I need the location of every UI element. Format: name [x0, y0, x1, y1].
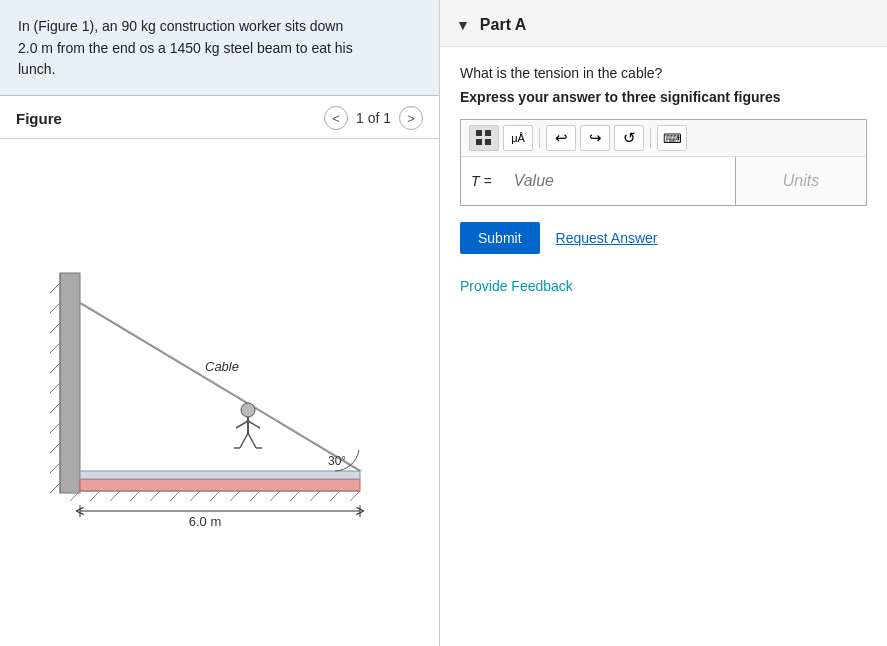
problem-text-line2: 2.0 m from the end os a 1450 kg steel be… [18, 40, 353, 56]
svg-line-38 [248, 433, 256, 448]
svg-line-35 [236, 421, 248, 428]
svg-line-32 [82, 303, 362, 471]
svg-point-33 [241, 403, 255, 417]
svg-line-16 [90, 491, 100, 501]
svg-line-27 [310, 491, 320, 501]
svg-line-21 [190, 491, 200, 501]
svg-line-9 [50, 423, 60, 433]
svg-line-10 [50, 443, 60, 453]
svg-line-4 [50, 323, 60, 333]
svg-line-11 [50, 463, 60, 473]
figure-title: Figure [16, 110, 62, 127]
redo-icon: ↪ [589, 129, 602, 147]
svg-line-22 [210, 491, 220, 501]
problem-text-line3: lunch. [18, 61, 55, 77]
part-title: Part A [480, 16, 527, 34]
problem-text-line1: In (Figure 1), an 90 kg construction wor… [18, 18, 343, 34]
svg-line-17 [110, 491, 120, 501]
svg-line-25 [270, 491, 280, 501]
keyboard-icon: ⌨ [663, 131, 682, 146]
undo-button[interactable]: ↩ [546, 125, 576, 151]
svg-line-20 [170, 491, 180, 501]
matrix-icon [476, 130, 492, 146]
svg-line-18 [130, 491, 140, 501]
units-label: Units [783, 172, 819, 190]
left-panel: In (Figure 1), an 90 kg construction wor… [0, 0, 440, 646]
figure-area: Figure < 1 of 1 > [0, 96, 439, 646]
figure-header: Figure < 1 of 1 > [0, 98, 439, 139]
svg-line-37 [240, 433, 248, 448]
part-arrow-icon[interactable]: ▼ [456, 17, 470, 33]
mu-icon: μÅ [511, 132, 525, 144]
request-answer-button[interactable]: Request Answer [556, 230, 658, 246]
undo-icon: ↩ [555, 129, 568, 147]
feedback-link[interactable]: Provide Feedback [440, 278, 887, 294]
svg-rect-0 [60, 273, 80, 493]
keyboard-button[interactable]: ⌨ [657, 125, 687, 151]
refresh-button[interactable]: ↺ [614, 125, 644, 151]
angle-label: 30° [328, 454, 346, 468]
svg-line-29 [350, 491, 360, 501]
nav-prev-button[interactable]: < [324, 106, 348, 130]
svg-line-28 [330, 491, 340, 501]
question-text: What is the tension in the cable? [460, 65, 867, 81]
action-row: Submit Request Answer [440, 222, 887, 254]
nav-count: 1 of 1 [356, 110, 391, 126]
svg-line-3 [50, 303, 60, 313]
submit-button[interactable]: Submit [460, 222, 540, 254]
svg-line-31 [80, 303, 360, 471]
question-section: What is the tension in the cable? Expres… [440, 47, 887, 222]
svg-line-7 [50, 383, 60, 393]
svg-rect-13 [80, 479, 360, 491]
svg-line-5 [50, 343, 60, 353]
value-input[interactable] [502, 157, 736, 205]
express-text: Express your answer to three significant… [460, 89, 867, 105]
nav-next-button[interactable]: > [399, 106, 423, 130]
svg-line-19 [150, 491, 160, 501]
toolbar-separator-1 [539, 128, 540, 148]
diagram-svg: Cable 30° [50, 243, 390, 533]
refresh-icon: ↺ [623, 129, 636, 147]
length-label: 6.0 m [188, 514, 221, 529]
figure-nav: < 1 of 1 > [324, 106, 423, 130]
toolbar-separator-2 [650, 128, 651, 148]
redo-button[interactable]: ↪ [580, 125, 610, 151]
mu-button[interactable]: μÅ [503, 125, 533, 151]
cable-label: Cable [205, 359, 239, 374]
svg-line-23 [230, 491, 240, 501]
svg-line-26 [290, 491, 300, 501]
right-panel: ▼ Part A What is the tension in the cabl… [440, 0, 887, 646]
svg-line-8 [50, 403, 60, 413]
figure-diagram: Cable 30° [0, 139, 439, 646]
input-row: T = Units [461, 157, 866, 205]
svg-line-24 [250, 491, 260, 501]
units-box[interactable]: Units [736, 157, 866, 205]
answer-box: μÅ ↩ ↪ ↺ ⌨ [460, 119, 867, 206]
svg-line-2 [50, 283, 60, 293]
svg-line-6 [50, 363, 60, 373]
svg-rect-30 [80, 471, 360, 479]
svg-line-12 [50, 483, 60, 493]
toolbar-row: μÅ ↩ ↪ ↺ ⌨ [461, 120, 866, 157]
part-header: ▼ Part A [440, 0, 887, 47]
problem-statement: In (Figure 1), an 90 kg construction wor… [0, 0, 439, 96]
matrix-button[interactable] [469, 125, 499, 151]
svg-line-36 [248, 421, 260, 428]
t-label: T = [461, 157, 502, 205]
